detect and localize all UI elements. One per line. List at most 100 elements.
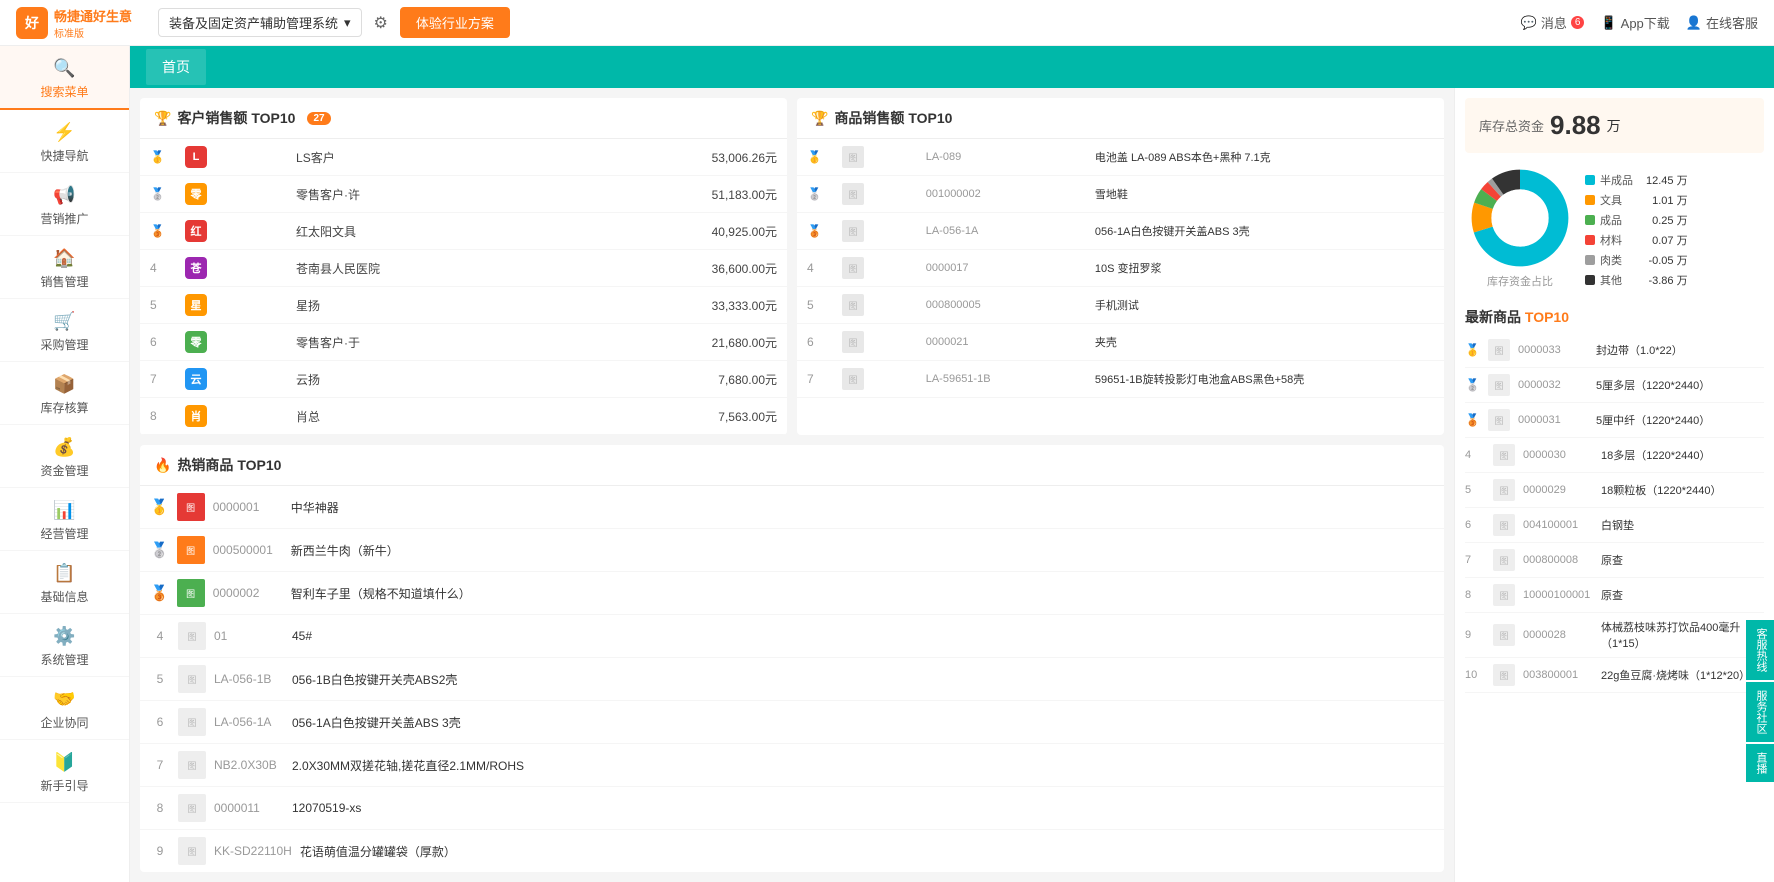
logo-icon: 好	[16, 7, 48, 39]
message-button[interactable]: 💬 消息 6	[1521, 13, 1585, 32]
sidebar-item-enterprise[interactable]: 🤝 企业协同	[0, 677, 129, 740]
sidebar-item-guide[interactable]: 🔰 新手引导	[0, 740, 129, 803]
sidebar-item-search[interactable]: 🔍 搜索菜单	[0, 46, 129, 110]
avatar-cell: 云	[175, 361, 286, 398]
new-product-name: 原查	[1601, 552, 1764, 568]
new-product-code: 003800001	[1523, 669, 1593, 681]
fire-icon: 🔥	[154, 457, 171, 474]
float-btn-service[interactable]: 客服热线	[1746, 620, 1774, 680]
top-bar: 好 畅捷通好生意 标准版 装备及固定资产辅助管理系统 ▾ ⚙ 体验行业方案 💬 …	[0, 0, 1774, 46]
sidebar-item-nav[interactable]: ⚡ 快捷导航	[0, 110, 129, 173]
product-img-cell: 图	[832, 176, 916, 213]
system-select[interactable]: 装备及固定资产辅助管理系统 ▾	[158, 8, 362, 37]
legend-item: 其他 -3.86 万	[1585, 272, 1688, 288]
system-icon: ⚙️	[53, 626, 75, 647]
app-download-button[interactable]: 📱 App下载	[1600, 13, 1669, 32]
sidebar-label-enterprise: 企业协同	[40, 714, 88, 731]
rank-number: 6	[150, 715, 170, 729]
rank-cell: 🥉	[797, 213, 832, 250]
product-code-cell: 001000002	[916, 176, 1085, 213]
product-name-cell: 10S 变扭罗浆	[1085, 250, 1444, 287]
product-image-placeholder: 图	[178, 622, 206, 650]
sidebar-item-sales[interactable]: 🏠 销售管理	[0, 236, 129, 299]
float-btn-live[interactable]: 直播	[1746, 744, 1774, 782]
trial-button[interactable]: 体验行业方案	[400, 7, 510, 38]
rank-number: 7	[150, 372, 157, 386]
gold-medal-icon: 🥇	[150, 498, 169, 516]
product-thumb: 图	[842, 294, 864, 316]
message-badge: 6	[1571, 16, 1585, 29]
customer-avatar: 红	[185, 220, 207, 242]
sidebar-item-marketing[interactable]: 📢 营销推广	[0, 173, 129, 236]
product-row: 🥇 图 LA-089 电池盖 LA-089 ABS本色+黑种 7.1克	[797, 139, 1444, 176]
rank-number: 5	[150, 672, 170, 686]
hot-products-list: 🥇 图 0000001 中华神器 🥈 图 000500001 新西兰牛肉（新牛）…	[140, 486, 1444, 872]
avatar-cell: L	[175, 139, 286, 176]
product-code-cell: LA-056-1A	[916, 213, 1085, 250]
bronze-medal-icon: 🥉	[150, 584, 169, 602]
avatar-cell: 红	[175, 213, 286, 250]
legend-item: 半成品 12.45 万	[1585, 172, 1688, 188]
gold-medal-icon: 🥇	[1465, 343, 1480, 357]
chevron-down-icon: ▾	[344, 15, 351, 31]
online-service-button[interactable]: 👤 在线客服	[1686, 13, 1758, 32]
sidebar-item-system[interactable]: ⚙️ 系统管理	[0, 614, 129, 677]
product-row: 6 图 0000021 夹壳	[797, 324, 1444, 361]
top-rankings: 🏆 客户销售额 TOP10 27 🥇 L LS客户 53,006.26元 🥈 零…	[140, 98, 1444, 435]
legend-color	[1585, 195, 1595, 205]
product-ranking-card: 🏆 商品销售额 TOP10 🥇 图 LA-089 电池盖 LA-089 ABS本…	[797, 98, 1444, 435]
new-product-code: 0000032	[1518, 379, 1588, 391]
trophy2-icon: 🏆	[811, 110, 828, 127]
new-product-name: 22g鱼豆腐·烧烤味（1*12*20）	[1601, 667, 1764, 683]
bronze-medal-icon: 🥉	[1465, 413, 1480, 427]
product-img-cell: 图	[832, 287, 916, 324]
product-code: LA-056-1A	[214, 715, 284, 729]
legend-color	[1585, 275, 1595, 285]
product-name: 2.0X30MM双搓花轴,搓花直径2.1MM/ROHS	[292, 757, 1434, 774]
home-tab[interactable]: 首页	[146, 49, 206, 85]
float-btn-community[interactable]: 服务社区	[1746, 682, 1774, 742]
top-right-actions: 💬 消息 6 📱 App下载 👤 在线客服	[1521, 13, 1758, 32]
rank-number: 8	[1465, 589, 1485, 601]
settings-button[interactable]: ⚙	[374, 13, 388, 33]
rank-number: 5	[807, 298, 814, 312]
legend-color	[1585, 255, 1595, 265]
customer-table: 🥇 L LS客户 53,006.26元 🥈 零 零售客户·许 51,183.00…	[140, 139, 787, 435]
sidebar-item-purchase[interactable]: 🛒 采购管理	[0, 299, 129, 362]
guide-icon: 🔰	[53, 752, 75, 773]
sidebar-label-sales: 销售管理	[40, 273, 88, 290]
product-img-cell: 图	[832, 361, 916, 398]
rank-cell: 6	[797, 324, 832, 361]
customer-name-cell: 零售客户·许	[286, 176, 561, 213]
customer-row: 🥈 零 零售客户·许 51,183.00元	[140, 176, 787, 213]
product-image: 图	[177, 579, 205, 607]
system-name: 装备及固定资产辅助管理系统	[169, 13, 338, 32]
hot-product-row: 9 图 KK-SD22110H 花语萌值温分罐罐袋（厚款）	[140, 830, 1444, 872]
avatar-cell: 星	[175, 287, 286, 324]
rank-cell: 4	[797, 250, 832, 287]
search-icon: 🔍	[53, 58, 75, 79]
new-product-name: 18颗粒板（1220*2440）	[1601, 482, 1764, 498]
rank-cell: 4	[140, 250, 175, 287]
rank-number: 5	[150, 298, 157, 312]
new-products-list: 🥇 图 0000033 封边带（1.0*22） 🥈 图 0000032 5厘多层…	[1465, 333, 1764, 693]
inventory-icon: 📦	[53, 374, 75, 395]
legend-value: 12.45 万	[1638, 172, 1688, 188]
legend-color	[1585, 215, 1595, 225]
hot-products-title: 热销商品 TOP10	[177, 455, 281, 475]
product-row: 5 图 000800005 手机测试	[797, 287, 1444, 324]
new-product-name: 封边带（1.0*22）	[1596, 342, 1764, 358]
amount-cell: 51,183.00元	[561, 176, 787, 213]
sidebar-item-operation[interactable]: 📊 经营管理	[0, 488, 129, 551]
hot-product-row: 7 图 NB2.0X30B 2.0X30MM双搓花轴,搓花直径2.1MM/ROH…	[140, 744, 1444, 787]
inventory-title: 库存总资金	[1479, 116, 1544, 135]
sidebar-item-finance[interactable]: 💰 资金管理	[0, 425, 129, 488]
sidebar-label-operation: 经营管理	[40, 525, 88, 542]
customer-avatar: 零	[185, 183, 207, 205]
product-image-placeholder: 图	[178, 708, 206, 736]
legend-value: 0.07 万	[1644, 232, 1687, 248]
sales-icon: 🏠	[53, 248, 75, 269]
sidebar-item-inventory[interactable]: 📦 库存核算	[0, 362, 129, 425]
new-product-row: 7 图 000800008 原查	[1465, 543, 1764, 578]
sidebar-item-basic[interactable]: 📋 基础信息	[0, 551, 129, 614]
